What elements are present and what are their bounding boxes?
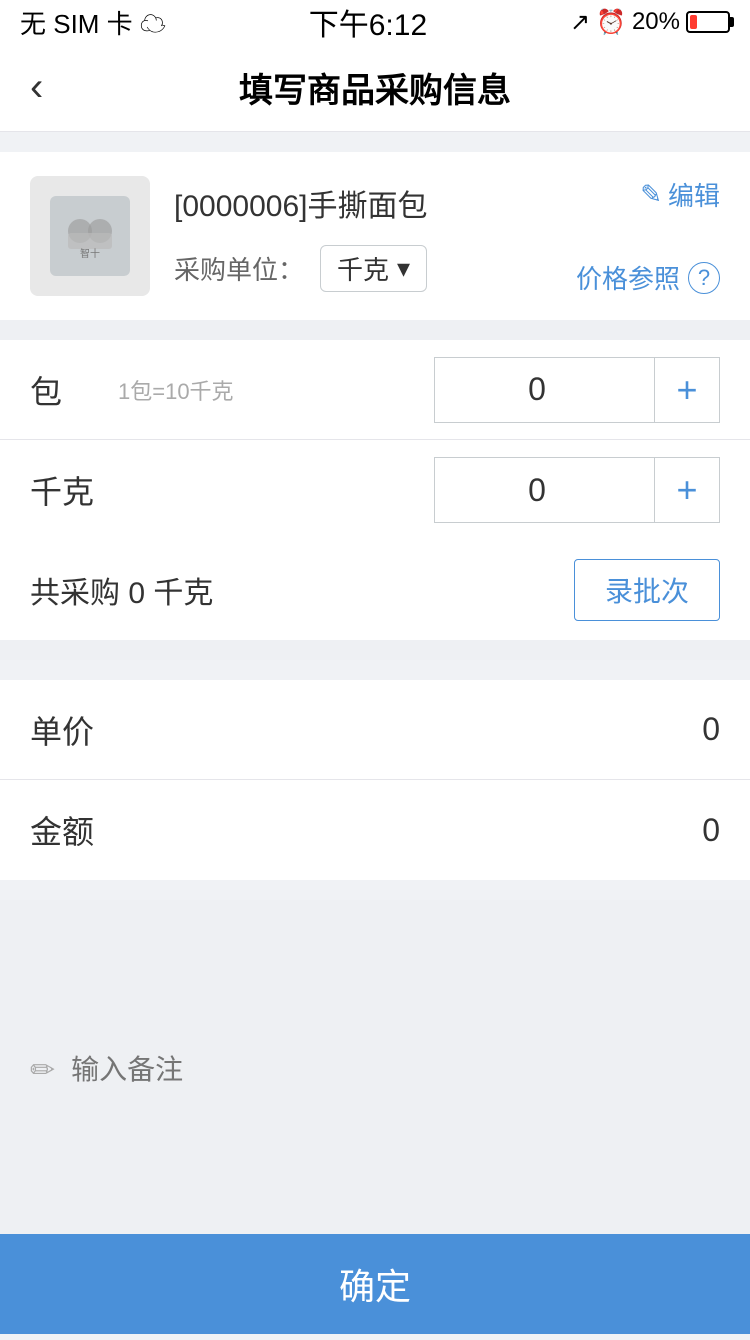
sim-label: 无 SIM 卡 ☁ bbox=[20, 4, 166, 41]
edit-button[interactable]: ✎ 编辑 bbox=[640, 176, 720, 213]
unit-price-value: 0 bbox=[702, 711, 720, 748]
bao-sublabel: 1包=10千克 bbox=[118, 374, 234, 406]
price-section: 单价 0 金额 0 bbox=[0, 680, 750, 880]
edit-icon: ✎ bbox=[640, 179, 662, 210]
bao-input-wrap: + bbox=[434, 357, 720, 423]
amount-row: 金额 0 bbox=[0, 780, 750, 880]
kg-input[interactable] bbox=[434, 457, 654, 523]
section-divider-1 bbox=[0, 320, 750, 340]
unit-value: 千克 bbox=[337, 250, 389, 287]
kg-input-wrap: + bbox=[434, 457, 720, 523]
help-icon: ? bbox=[688, 262, 720, 294]
svg-text:智十: 智十 bbox=[80, 247, 100, 260]
bao-input-row: 包 1包=10千克 + bbox=[0, 340, 750, 440]
unit-price-row: 单价 0 bbox=[0, 680, 750, 780]
unit-label: 采购单位： bbox=[174, 250, 304, 287]
status-left: 无 SIM 卡 ☁ bbox=[20, 4, 166, 41]
location-icon: ↗ bbox=[570, 8, 590, 37]
product-thumbnail: 智十 bbox=[50, 196, 130, 276]
price-ref-label: 价格参照 bbox=[576, 259, 680, 296]
dropdown-arrow-icon: ▾ bbox=[397, 253, 410, 284]
bao-input[interactable] bbox=[434, 357, 654, 423]
status-bar: 无 SIM 卡 ☁ 下午6:12 ↗ ⏰ 20% bbox=[0, 0, 750, 44]
amount-value: 0 bbox=[702, 812, 720, 849]
edit-label: 编辑 bbox=[668, 176, 720, 213]
status-time: 下午6:12 bbox=[309, 0, 427, 44]
total-label: 共采购 0 千克 bbox=[30, 568, 213, 612]
kg-label: 千克 bbox=[30, 467, 110, 513]
product-name: [0000006]手撕面包 bbox=[174, 181, 720, 225]
amount-label: 金额 bbox=[30, 807, 94, 853]
section-divider-2 bbox=[0, 640, 750, 660]
kg-plus-button[interactable]: + bbox=[654, 457, 720, 523]
bao-label: 包 bbox=[30, 367, 110, 413]
input-section: 包 1包=10千克 + 千克 + bbox=[0, 340, 750, 540]
remark-input[interactable] bbox=[71, 1054, 720, 1086]
status-right: ↗ ⏰ 20% bbox=[570, 8, 730, 37]
bao-plus-button[interactable]: + bbox=[654, 357, 720, 423]
product-card: 智十 [0000006]手撕面包 采购单位： 千克 ▾ ✎ 编辑 价格参照 ? bbox=[0, 152, 750, 320]
back-button[interactable]: ‹ bbox=[30, 55, 53, 120]
battery-label: 20% bbox=[632, 8, 680, 36]
price-ref-button[interactable]: 价格参照 ? bbox=[576, 259, 720, 296]
kg-input-row: 千克 + bbox=[0, 440, 750, 540]
battery-icon bbox=[686, 11, 730, 33]
pencil-icon: ✏ bbox=[30, 1053, 55, 1088]
remark-section: ✏ bbox=[0, 900, 750, 1240]
alarm-icon: ⏰ bbox=[596, 8, 626, 37]
record-batch-button[interactable]: 录批次 bbox=[574, 559, 720, 621]
unit-price-label: 单价 bbox=[30, 707, 94, 753]
nav-bar: ‹ 填写商品采购信息 bbox=[0, 44, 750, 132]
total-row: 共采购 0 千克 录批次 bbox=[0, 540, 750, 640]
product-image: 智十 bbox=[30, 176, 150, 296]
confirm-button[interactable]: 确定 bbox=[0, 1234, 750, 1334]
page-title: 填写商品采购信息 bbox=[239, 63, 511, 112]
unit-selector[interactable]: 千克 ▾ bbox=[320, 245, 427, 292]
